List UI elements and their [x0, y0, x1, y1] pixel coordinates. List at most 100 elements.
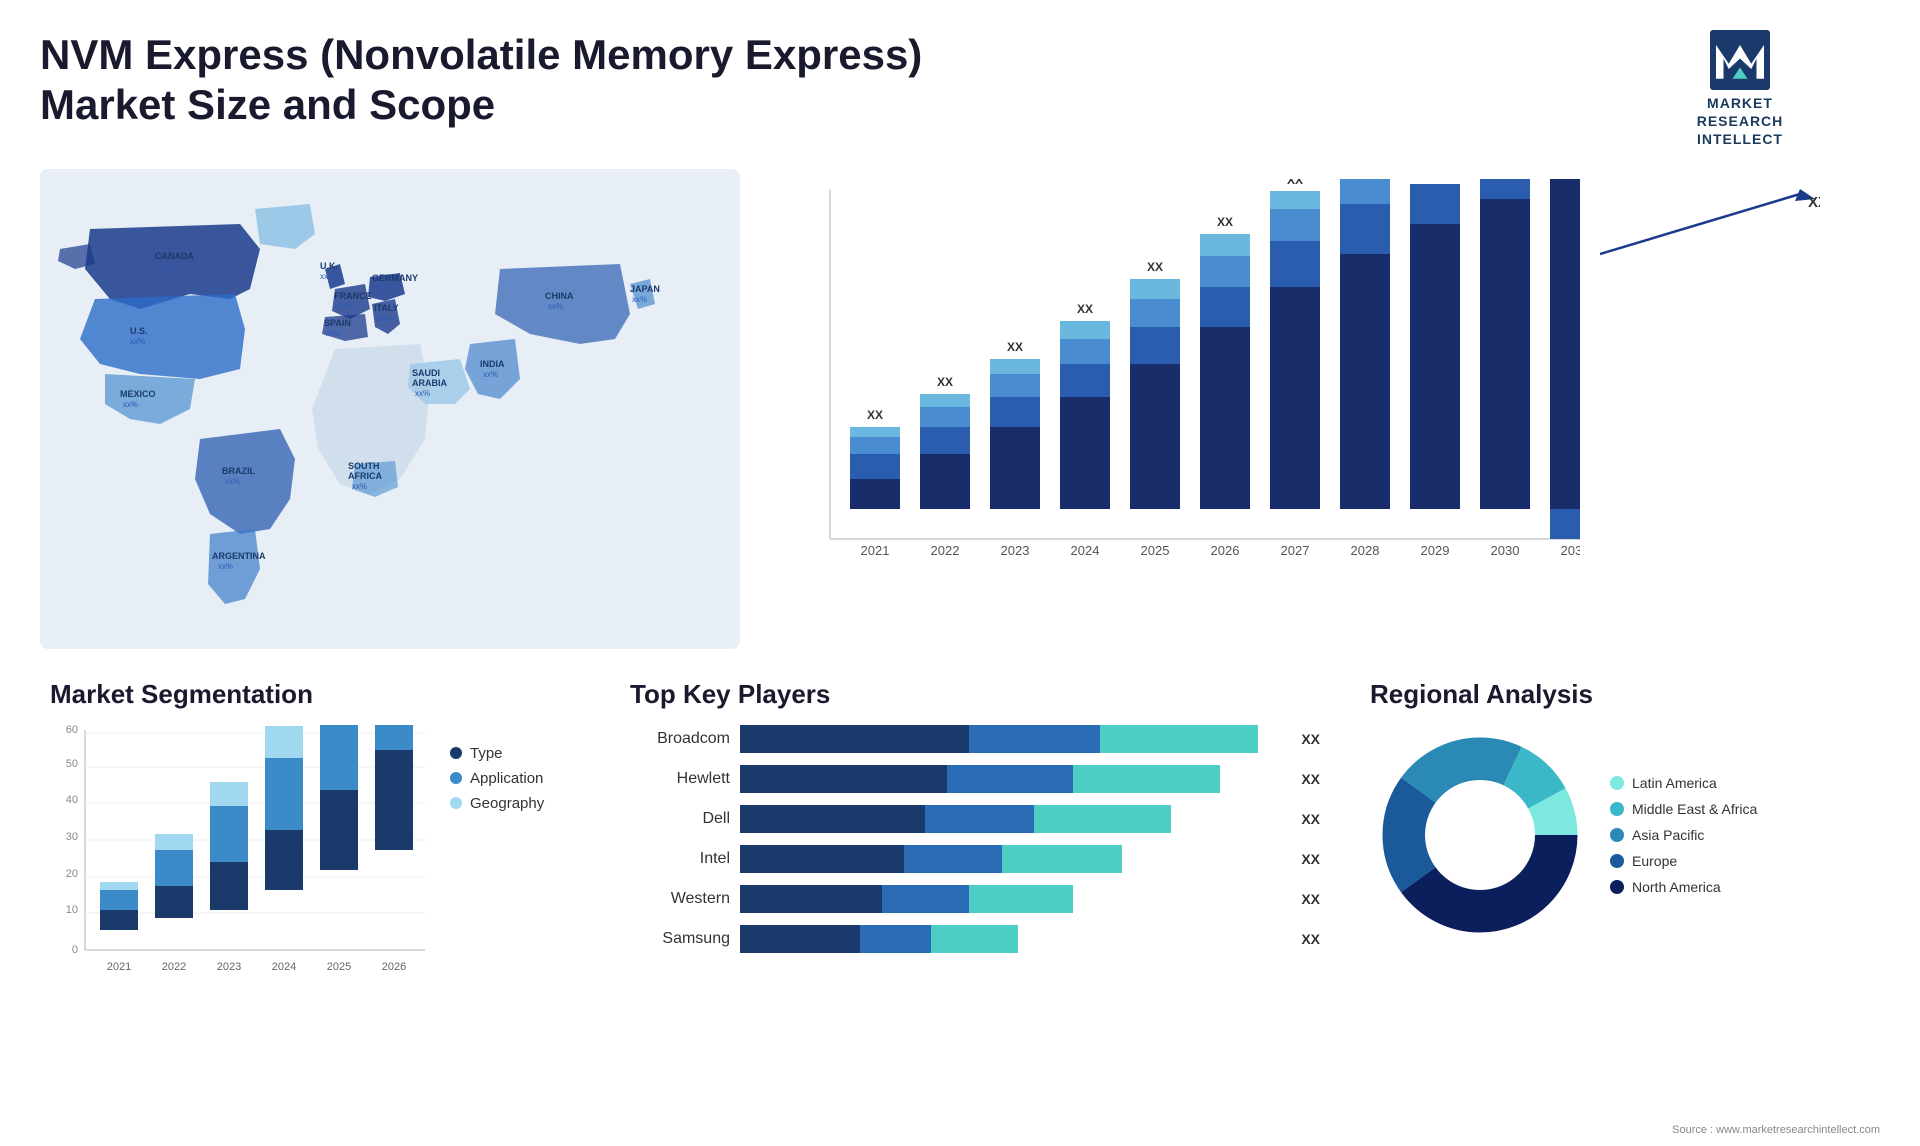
bar-chart-section: XX XX 2021: [760, 169, 1880, 649]
players-section: Top Key Players Broadcom XX Hewlett: [620, 669, 1330, 995]
svg-text:2021: 2021: [107, 961, 131, 973]
bar-mid-broadcom: [969, 725, 1100, 753]
japan-value: xx%: [632, 295, 647, 304]
bar-light-samsung: [931, 925, 1018, 953]
canada-value: xx%: [160, 264, 175, 273]
svg-text:XX: XX: [1427, 179, 1443, 180]
svg-text:XX: XX: [1007, 340, 1023, 354]
italy-label: ITALY: [374, 303, 399, 313]
player-row-dell: Dell XX: [630, 805, 1320, 833]
regional-legend: Latin America Middle East & Africa Asia …: [1610, 775, 1757, 895]
seg-legend: Type Application Geography: [450, 745, 544, 812]
label-mea: Middle East & Africa: [1632, 801, 1757, 817]
regional-legend-northamerica: North America: [1610, 879, 1757, 895]
svg-text:2029: 2029: [1421, 543, 1450, 558]
player-bar-samsung: [740, 925, 1285, 953]
svg-text:2023: 2023: [217, 961, 241, 973]
player-row-western: Western XX: [630, 885, 1320, 913]
legend-type-label: Type: [470, 745, 503, 762]
regional-content: Latin America Middle East & Africa Asia …: [1370, 725, 1870, 945]
main-grid: CANADA xx% U.S. xx% MEXICO xx% BRAZIL xx…: [40, 169, 1880, 995]
logo-area: MARKETRESEARCHINTELLECT: [1600, 30, 1880, 149]
svg-text:2024: 2024: [1071, 543, 1100, 558]
svg-text:2030: 2030: [1491, 543, 1520, 558]
player-name-intel: Intel: [630, 850, 730, 868]
us-label: U.S.: [130, 326, 148, 336]
svg-text:40: 40: [66, 794, 78, 806]
trend-arrow-svg: XX: [1600, 189, 1820, 259]
player-name-western: Western: [630, 890, 730, 908]
bar-light-western: [969, 885, 1073, 913]
regional-legend-latin: Latin America: [1610, 775, 1757, 791]
bar-light-dell: [1034, 805, 1170, 833]
svg-text:2022: 2022: [931, 543, 960, 558]
svg-text:2022: 2022: [162, 961, 186, 973]
mexico-label: MEXICO: [120, 389, 156, 399]
player-bar-dell: [740, 805, 1285, 833]
legend-dot-geography: [450, 797, 462, 809]
spain-value: xx%: [326, 329, 341, 338]
svg-text:20: 20: [66, 868, 78, 880]
player-name-samsung: Samsung: [630, 930, 730, 948]
player-name-dell: Dell: [630, 810, 730, 828]
bar-light-broadcom: [1100, 725, 1258, 753]
label-northamerica: North America: [1632, 879, 1721, 895]
saudi-label2: ARABIA: [412, 378, 447, 388]
bar-mid-samsung: [860, 925, 931, 953]
world-map-section: CANADA xx% U.S. xx% MEXICO xx% BRAZIL xx…: [40, 169, 740, 649]
brazil-label: BRAZIL: [222, 466, 255, 476]
svg-text:XX: XX: [1287, 179, 1303, 187]
source-text: Source : www.marketresearchintellect.com: [1672, 1124, 1880, 1136]
segmentation-title: Market Segmentation: [50, 679, 580, 710]
player-xx-hewlett: XX: [1301, 771, 1320, 787]
player-row-broadcom: Broadcom XX: [630, 725, 1320, 753]
dot-northamerica: [1610, 880, 1624, 894]
main-bar-chart: XX 2021 XX 2022: [800, 179, 1580, 579]
southafrica-label2: AFRICA: [348, 471, 382, 481]
legend-application: Application: [450, 770, 544, 787]
us-value: xx%: [130, 337, 145, 346]
germany-label: GERMANY: [372, 273, 418, 283]
legend-dot-application: [450, 772, 462, 784]
svg-text:XX: XX: [867, 408, 883, 422]
argentina-value: xx%: [218, 562, 233, 571]
china-label: CHINA: [545, 291, 574, 301]
argentina-label: ARGENTINA: [212, 551, 266, 561]
saudi-value: xx%: [415, 389, 430, 398]
seg-bottom: 0 10 20 30 40 50 60: [50, 725, 580, 985]
svg-text:2025: 2025: [327, 961, 351, 973]
page-title: NVM Express (Nonvolatile Memory Express)…: [40, 30, 940, 131]
player-bar-intel: [740, 845, 1285, 873]
svg-text:2024: 2024: [272, 961, 296, 973]
svg-text:10: 10: [66, 904, 78, 916]
legend-dot-type: [450, 747, 462, 759]
svg-text:2028: 2028: [1351, 543, 1380, 558]
legend-type: Type: [450, 745, 544, 762]
svg-text:XX: XX: [937, 375, 953, 389]
player-xx-samsung: XX: [1301, 931, 1320, 947]
svg-text:XX: XX: [1808, 194, 1820, 211]
svg-text:2026: 2026: [382, 961, 406, 973]
segmentation-chart: 0 10 20 30 40 50 60: [50, 725, 430, 985]
players-title: Top Key Players: [630, 679, 1320, 710]
bar-mid-dell: [925, 805, 1034, 833]
bottom-grid: Market Segmentation 0 10 20 30 40 50 60: [40, 669, 1880, 995]
india-value: xx%: [483, 370, 498, 379]
svg-text:2027: 2027: [1281, 543, 1310, 558]
legend-geography: Geography: [450, 795, 544, 812]
india-label: INDIA: [480, 359, 505, 369]
player-xx-intel: XX: [1301, 851, 1320, 867]
japan-label: JAPAN: [630, 284, 660, 294]
svg-text:2026: 2026: [1211, 543, 1240, 558]
logo-icon: [1710, 30, 1770, 90]
legend-application-label: Application: [470, 770, 543, 787]
southafrica-value: xx%: [352, 482, 367, 491]
logo-text: MARKETRESEARCHINTELLECT: [1697, 94, 1784, 149]
player-bar-broadcom: [740, 725, 1285, 753]
bar-dark-samsung: [740, 925, 860, 953]
donut-chart: [1370, 725, 1590, 945]
germany-value: xx%: [378, 284, 393, 293]
svg-text:XX: XX: [1217, 215, 1233, 229]
page-container: NVM Express (Nonvolatile Memory Express)…: [0, 0, 1920, 1146]
svg-text:2023: 2023: [1001, 543, 1030, 558]
